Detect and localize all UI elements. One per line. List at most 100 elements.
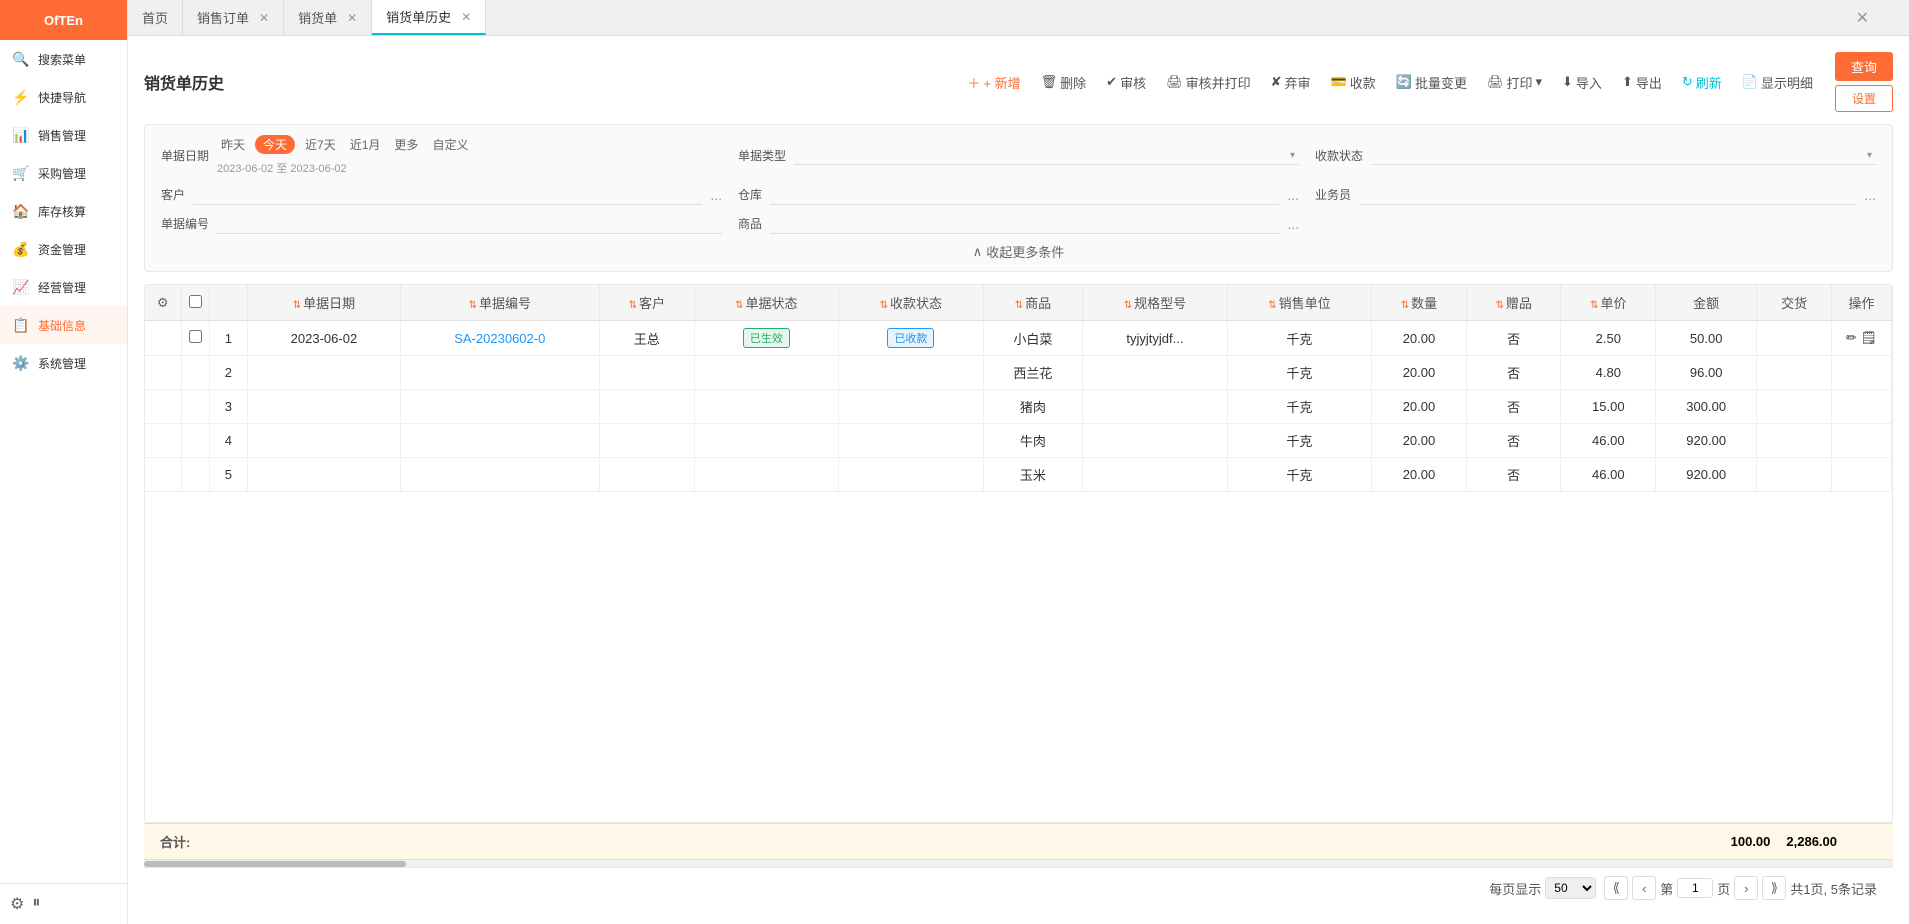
filter-customer: 客户 ... <box>161 184 722 205</box>
sidebar-item-sales-mgmt[interactable]: 📊 销售管理 <box>0 116 127 154</box>
page-input[interactable] <box>1677 878 1713 898</box>
cell-action[interactable] <box>1832 356 1892 390</box>
delete-button[interactable]: 🗑 删除 <box>1035 70 1093 95</box>
doc-type-select[interactable]: ▾ <box>794 147 1299 165</box>
sidebar-item-operation[interactable]: 📈 经营管理 <box>0 268 127 306</box>
next-page-button[interactable]: › <box>1734 876 1758 900</box>
import-button[interactable]: ⬇ 导入 <box>1556 70 1608 95</box>
doc-no-input[interactable] <box>217 213 722 234</box>
sidebar-item-purchase-mgmt[interactable]: 🛒 采购管理 <box>0 154 127 192</box>
scroll-thumb[interactable] <box>144 861 406 867</box>
abandon-button[interactable]: ✘ 弃审 <box>1265 70 1317 95</box>
col-collect-status[interactable]: ⇅收款状态 <box>839 285 983 321</box>
refresh-button[interactable]: ↻ 刷新 <box>1676 70 1728 95</box>
tab-sales-order-label: 销售订单 <box>197 8 249 27</box>
col-doc-status[interactable]: ⇅单据状态 <box>694 285 838 321</box>
tab-sales-goods[interactable]: 销货单 ✕ <box>284 0 372 35</box>
table-settings-icon[interactable]: ⚙ <box>157 295 169 310</box>
doc-no-link[interactable]: SA-20230602-0 <box>454 331 545 346</box>
sidebar-item-search-menu[interactable]: 🔍 搜索菜单 <box>0 40 127 78</box>
col-goods[interactable]: ⇅商品 <box>983 285 1083 321</box>
page-size-wrap: 每页显示 50 100 200 <box>1489 877 1596 899</box>
settings-bottom-icon[interactable]: ⚙ <box>10 894 24 914</box>
sidebar-item-basic-info[interactable]: 📋 基础信息 <box>0 306 127 344</box>
pause-icon[interactable]: ⏸ <box>32 894 40 914</box>
select-all-checkbox[interactable] <box>189 295 202 308</box>
page-size-select[interactable]: 50 100 200 <box>1545 877 1596 899</box>
money-icon: 💰 <box>12 240 30 258</box>
date-tab-7days[interactable]: 近7天 <box>301 135 340 154</box>
date-tab-more[interactable]: 更多 <box>390 135 422 154</box>
cell-doc-status <box>694 390 838 424</box>
cell-sales-unit: 千克 <box>1227 321 1371 356</box>
collect-button[interactable]: 💳 收款 <box>1325 70 1382 95</box>
tab-sales-history-close[interactable]: ✕ <box>461 10 471 24</box>
horizontal-scrollbar[interactable] <box>144 859 1893 867</box>
warehouse-dots-icon[interactable]: ... <box>1287 187 1299 203</box>
cell-gift: 否 <box>1466 458 1561 492</box>
date-tab-today[interactable]: 今天 <box>255 135 295 154</box>
salesperson-dots-icon[interactable]: ... <box>1864 187 1876 203</box>
col-quantity[interactable]: ⇅数量 <box>1372 285 1467 321</box>
cell-customer <box>599 424 694 458</box>
salesperson-label: 业务员 <box>1315 186 1351 203</box>
cell-spec <box>1083 390 1227 424</box>
salesperson-input[interactable] <box>1359 184 1856 205</box>
cell-amount: 300.00 <box>1656 390 1757 424</box>
export-button[interactable]: ⬆ 导出 <box>1616 70 1668 95</box>
sidebar-item-quick-nav[interactable]: ⚡ 快捷导航 <box>0 78 127 116</box>
goods-input[interactable] <box>770 213 1279 234</box>
batch-change-button[interactable]: 🔄 批量变更 <box>1390 70 1473 95</box>
cell-collect-status <box>839 424 983 458</box>
tab-sales-order[interactable]: 销售订单 ✕ <box>183 0 284 35</box>
goods-dots-icon[interactable]: ... <box>1287 216 1299 232</box>
col-customer[interactable]: ⇅客户 <box>599 285 694 321</box>
col-spec[interactable]: ⇅规格型号 <box>1083 285 1227 321</box>
cell-action[interactable]: ✏ 🗒 <box>1832 321 1892 356</box>
set-button[interactable]: 设置 <box>1835 85 1893 112</box>
tab-home[interactable]: 首页 <box>128 0 183 35</box>
date-tab-yesterday[interactable]: 昨天 <box>217 135 249 154</box>
date-tab-custom[interactable]: 自定义 <box>428 135 472 154</box>
collect-status-select[interactable]: ▾ <box>1371 147 1876 165</box>
tab-sales-order-close[interactable]: ✕ <box>259 11 269 25</box>
customer-dots-icon[interactable]: ... <box>710 187 722 203</box>
print-button[interactable]: 🖨 打印 ▾ <box>1481 70 1548 95</box>
col-unit-price[interactable]: ⇅单价 <box>1561 285 1656 321</box>
tab-sales-goods-close[interactable]: ✕ <box>347 11 357 25</box>
sidebar-item-finance[interactable]: 💰 资金管理 <box>0 230 127 268</box>
col-doc-no[interactable]: ⇅单据编号 <box>400 285 599 321</box>
cell-sales-unit: 千克 <box>1227 356 1371 390</box>
cell-doc-no: SA-20230602-0 <box>400 321 599 356</box>
query-button[interactable]: 查询 <box>1835 52 1893 81</box>
table-row: 5玉米千克20.00否46.00920.00 <box>145 458 1892 492</box>
cell-action[interactable] <box>1832 390 1892 424</box>
col-gift[interactable]: ⇅赠品 <box>1466 285 1561 321</box>
date-tab-1month[interactable]: 近1月 <box>346 135 385 154</box>
cell-action[interactable] <box>1832 458 1892 492</box>
col-doc-date[interactable]: ⇅单据日期 <box>248 285 400 321</box>
sidebar-item-sys-mgmt[interactable]: ⚙️ 系统管理 <box>0 344 127 382</box>
col-sales-unit[interactable]: ⇅销售单位 <box>1227 285 1371 321</box>
first-page-button[interactable]: ⟪ <box>1604 876 1628 900</box>
date-tabs: 昨天 今天 近7天 近1月 更多 自定义 <box>217 135 472 154</box>
warehouse-input[interactable] <box>770 184 1279 205</box>
review-print-button[interactable]: 🖨 审核并打印 <box>1160 70 1257 95</box>
prev-page-button[interactable]: ‹ <box>1632 876 1656 900</box>
new-button[interactable]: ＋ + 新增 <box>961 70 1026 95</box>
tab-sales-history[interactable]: 销货单历史 ✕ <box>372 0 486 35</box>
review-button[interactable]: ✔ 审核 <box>1100 70 1152 95</box>
last-page-button[interactable]: ⟫ <box>1762 876 1786 900</box>
cell-checkbox <box>181 356 209 390</box>
cell-amount: 96.00 <box>1656 356 1757 390</box>
show-details-button[interactable]: 📄 显示明细 <box>1736 70 1819 95</box>
sidebar-item-inventory[interactable]: 🏠 库存核算 <box>0 192 127 230</box>
col-settings[interactable]: ⚙ <box>145 285 181 321</box>
status-badge: 已生效 <box>743 328 790 348</box>
cell-action[interactable] <box>1832 424 1892 458</box>
row-checkbox[interactable] <box>189 330 202 343</box>
close-all-tabs[interactable]: ✕ <box>1846 8 1879 28</box>
sort-icon: ⇅ <box>735 300 743 311</box>
customer-input[interactable] <box>193 184 702 205</box>
collapse-button[interactable]: ∧ 收起更多条件 <box>973 242 1065 261</box>
